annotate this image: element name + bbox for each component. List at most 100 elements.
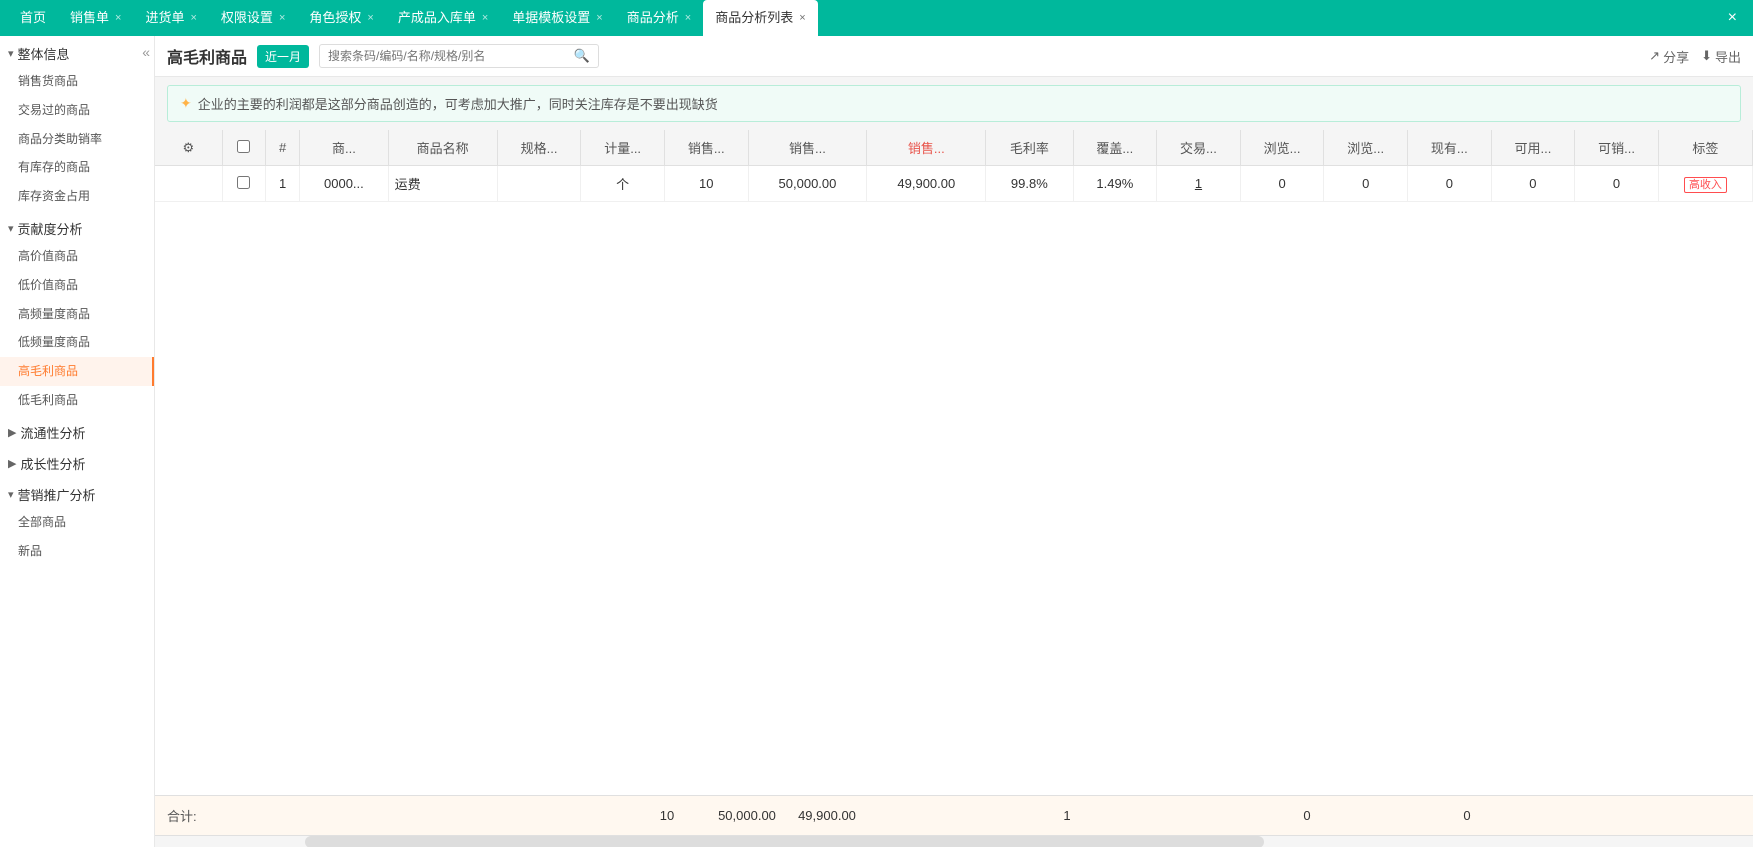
th-sales-qty[interactable]: 销售... — [664, 130, 748, 166]
nav-home[interactable]: 首页 — [8, 0, 58, 36]
share-icon: ↗ — [1649, 48, 1660, 64]
sidebar-item-high-margin[interactable]: 高毛利商品 — [0, 357, 154, 386]
close-products-tab[interactable]: × — [482, 0, 488, 36]
sidebar-item-new-goods[interactable]: 新品 — [0, 537, 154, 566]
nav-purchase[interactable]: 进货单 × — [133, 0, 208, 36]
row-coverage: 1.49% — [1073, 166, 1157, 202]
total-empty8 — [1107, 808, 1187, 823]
arrow-right-icon: ▶ — [8, 426, 16, 439]
row-sales-qty: 10 — [664, 166, 748, 202]
row-name: 运费 — [388, 166, 497, 202]
period-button[interactable]: 近一月 — [257, 45, 309, 68]
table-container[interactable]: ⚙ # 商... 商品名称 规格... — [155, 130, 1753, 795]
nav-analysis[interactable]: 商品分析 × — [615, 0, 703, 36]
total-sales-qty: 10 — [627, 808, 707, 823]
sidebar: « ▾ 整体信息 销售货商品 交易过的商品 商品分类助销率 有库存的商品 库存资… — [0, 36, 155, 847]
sidebar-item-all-goods[interactable]: 全部商品 — [0, 508, 154, 537]
sidebar-group-overall[interactable]: ▾ 整体信息 — [0, 36, 154, 67]
th-browse2[interactable]: 浏览... — [1324, 130, 1408, 166]
nav-templates[interactable]: 单据模板设置 × — [500, 0, 614, 36]
export-button[interactable]: ⬇ 导出 — [1701, 47, 1741, 66]
sidebar-item-capital-occupy[interactable]: 库存资金占用 — [0, 182, 154, 211]
th-available2[interactable]: 可用... — [1491, 130, 1575, 166]
row-gross-margin: 99.8% — [986, 166, 1073, 202]
row-sales-amount: 50,000.00 — [748, 166, 867, 202]
close-purchase-tab[interactable]: × — [190, 0, 196, 36]
sidebar-group-wealth[interactable]: ▾ 贡献度分析 — [0, 211, 154, 242]
close-analysis-list-tab[interactable]: × — [799, 0, 805, 36]
th-checkbox[interactable] — [222, 130, 266, 166]
bottom-scrollbar[interactable] — [155, 835, 1753, 847]
th-spec[interactable]: 规格... — [497, 130, 581, 166]
close-templates-tab[interactable]: × — [596, 0, 602, 36]
th-settings[interactable]: ⚙ — [155, 130, 222, 166]
footer-total: 合计: 10 50,000.00 49,900.00 1 0 0 — [155, 795, 1753, 835]
sidebar-item-high-frequency[interactable]: 高频量度商品 — [0, 300, 154, 329]
top-nav: 首页 销售单 × 进货单 × 权限设置 × 角色授权 × 产成品入库单 × 单据… — [0, 0, 1753, 36]
row-select-checkbox[interactable] — [237, 176, 250, 189]
scrollbar-thumb — [305, 836, 1264, 847]
nav-roles[interactable]: 角色授权 × — [297, 0, 385, 36]
sidebar-item-low-margin[interactable]: 低毛利商品 — [0, 386, 154, 415]
th-name[interactable]: 商品名称 — [388, 130, 497, 166]
sidebar-group-growth[interactable]: ▶ 成长性分析 — [0, 446, 154, 477]
nav-sales[interactable]: 销售单 × — [58, 0, 133, 36]
total-label: 合计: — [167, 806, 227, 825]
sidebar-group-flow[interactable]: ▶ 流通性分析 — [0, 415, 154, 446]
th-coverage[interactable]: 覆盖... — [1073, 130, 1157, 166]
total-empty7 — [947, 808, 1027, 823]
info-icon: ✦ — [180, 95, 192, 112]
table-header-row: ⚙ # 商... 商品名称 规格... — [155, 130, 1753, 166]
close-analysis-tab[interactable]: × — [685, 0, 691, 36]
sidebar-item-traded-goods[interactable]: 交易过的商品 — [0, 96, 154, 125]
row-browse2: 0 — [1324, 166, 1408, 202]
sidebar-item-stocked-goods[interactable]: 有库存的商品 — [0, 153, 154, 182]
table-row: 1 0000... 运费 个 10 50,000.00 49,900.00 99… — [155, 166, 1753, 202]
export-icon: ⬇ — [1701, 48, 1712, 64]
close-roles-tab[interactable]: × — [367, 0, 373, 36]
th-code[interactable]: 商... — [300, 130, 389, 166]
sidebar-item-low-frequency[interactable]: 低频量度商品 — [0, 328, 154, 357]
total-empty4 — [467, 808, 547, 823]
total-cells: 10 50,000.00 49,900.00 1 0 0 — [227, 808, 1741, 823]
sidebar-item-high-value[interactable]: 高价值商品 — [0, 242, 154, 271]
settings-icon[interactable]: ⚙ — [182, 140, 194, 155]
row-code[interactable]: 0000... — [300, 166, 389, 202]
window-close-button[interactable]: × — [1720, 9, 1745, 27]
th-browse1[interactable]: 浏览... — [1240, 130, 1324, 166]
share-button[interactable]: ↗ 分享 — [1649, 47, 1689, 66]
sidebar-group-marketing[interactable]: ▾ 营销推广分析 — [0, 477, 154, 508]
search-input[interactable] — [328, 49, 570, 63]
th-available1[interactable]: 现有... — [1408, 130, 1492, 166]
th-transaction[interactable]: 交易... — [1157, 130, 1241, 166]
total-sales-cost: 49,900.00 — [787, 808, 867, 823]
row-unit: 个 — [581, 166, 665, 202]
tag-badge: 高收入 — [1684, 177, 1727, 193]
total-empty10 — [1347, 808, 1427, 823]
close-permissions-tab[interactable]: × — [279, 0, 285, 36]
search-box: 🔍 — [319, 44, 599, 68]
total-empty9 — [1187, 808, 1267, 823]
sidebar-item-sales-goods[interactable]: 销售货商品 — [0, 67, 154, 96]
close-sales-tab[interactable]: × — [115, 0, 121, 36]
row-transaction[interactable]: 1 — [1157, 166, 1241, 202]
total-sales-amount: 50,000.00 — [707, 808, 787, 823]
row-saleable: 0 — [1575, 166, 1659, 202]
total-empty5 — [547, 808, 627, 823]
th-saleable[interactable]: 可销... — [1575, 130, 1659, 166]
sidebar-item-low-value[interactable]: 低价值商品 — [0, 271, 154, 300]
sidebar-item-category-assist[interactable]: 商品分类助销率 — [0, 125, 154, 154]
content-area: 高毛利商品 近一月 🔍 ↗ 分享 ⬇ 导出 ✦ 企业的主要的利润都是这部分商品创… — [155, 36, 1753, 847]
nav-analysis-list[interactable]: 商品分析列表 × — [703, 0, 817, 36]
nav-products[interactable]: 产成品入库单 × — [386, 0, 500, 36]
sidebar-collapse-button[interactable]: « — [142, 44, 150, 60]
select-all-checkbox[interactable] — [237, 140, 250, 153]
th-gross-margin[interactable]: 毛利率 — [986, 130, 1073, 166]
search-icon[interactable]: 🔍 — [574, 48, 590, 64]
row-checkbox[interactable] — [222, 166, 266, 202]
nav-permissions[interactable]: 权限设置 × — [209, 0, 297, 36]
total-transaction: 1 — [1027, 808, 1107, 823]
th-sales-amount[interactable]: 销售... — [748, 130, 867, 166]
th-unit[interactable]: 计量... — [581, 130, 665, 166]
th-sales-cost[interactable]: 销售... — [867, 130, 986, 166]
